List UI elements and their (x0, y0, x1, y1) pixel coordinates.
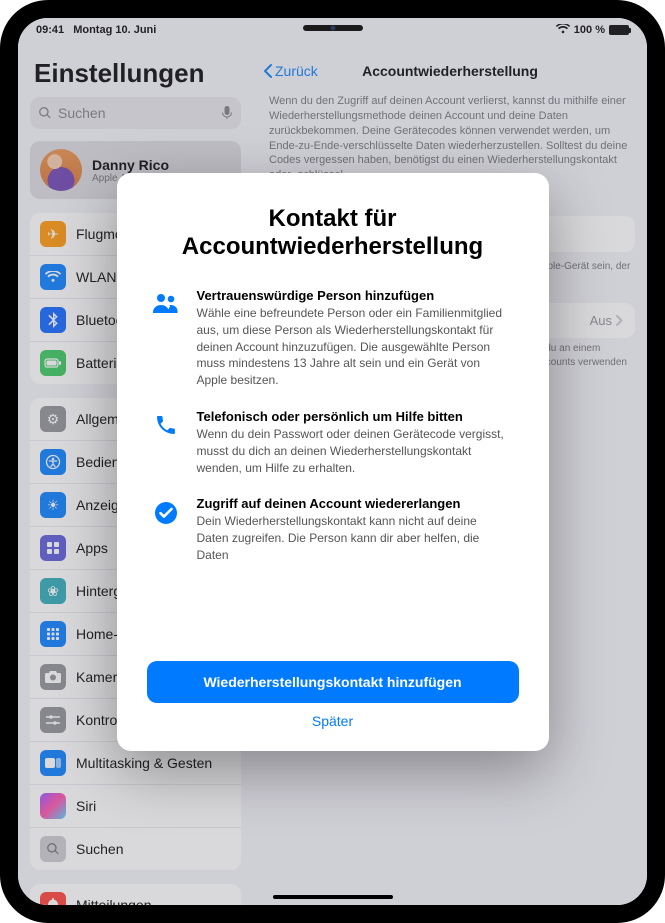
checkmark-badge-icon (151, 496, 181, 563)
modal-bullet: Zugriff auf deinen Account wiedererlange… (151, 496, 515, 563)
recovery-contact-modal: Kontakt fürAccountwiederherstellung Vert… (117, 173, 549, 751)
front-camera (303, 25, 363, 31)
bullet-title: Vertrauenswürdige Person hinzufügen (197, 288, 515, 303)
home-indicator[interactable] (273, 895, 393, 899)
bullet-body: Wähle eine befreundete Person oder ein F… (197, 305, 515, 389)
add-recovery-contact-button[interactable]: Wiederherstellungskontakt hinzufügen (147, 661, 519, 703)
phone-icon (151, 409, 181, 476)
people-icon (151, 288, 181, 389)
modal-title: Kontakt fürAccountwiederherstellung (147, 205, 519, 263)
modal-bullet: Vertrauenswürdige Person hinzufügen Wähl… (151, 288, 515, 389)
bullet-body: Dein Wiederherstellungskontakt kann nich… (197, 513, 515, 563)
bullet-body: Wenn du dein Passwort oder deinen Geräte… (197, 426, 515, 476)
later-button[interactable]: Später (147, 713, 519, 729)
bullet-title: Telefonisch oder persönlich um Hilfe bit… (197, 409, 515, 424)
bullet-title: Zugriff auf deinen Account wiedererlange… (197, 496, 515, 511)
modal-bullet: Telefonisch oder persönlich um Hilfe bit… (151, 409, 515, 476)
